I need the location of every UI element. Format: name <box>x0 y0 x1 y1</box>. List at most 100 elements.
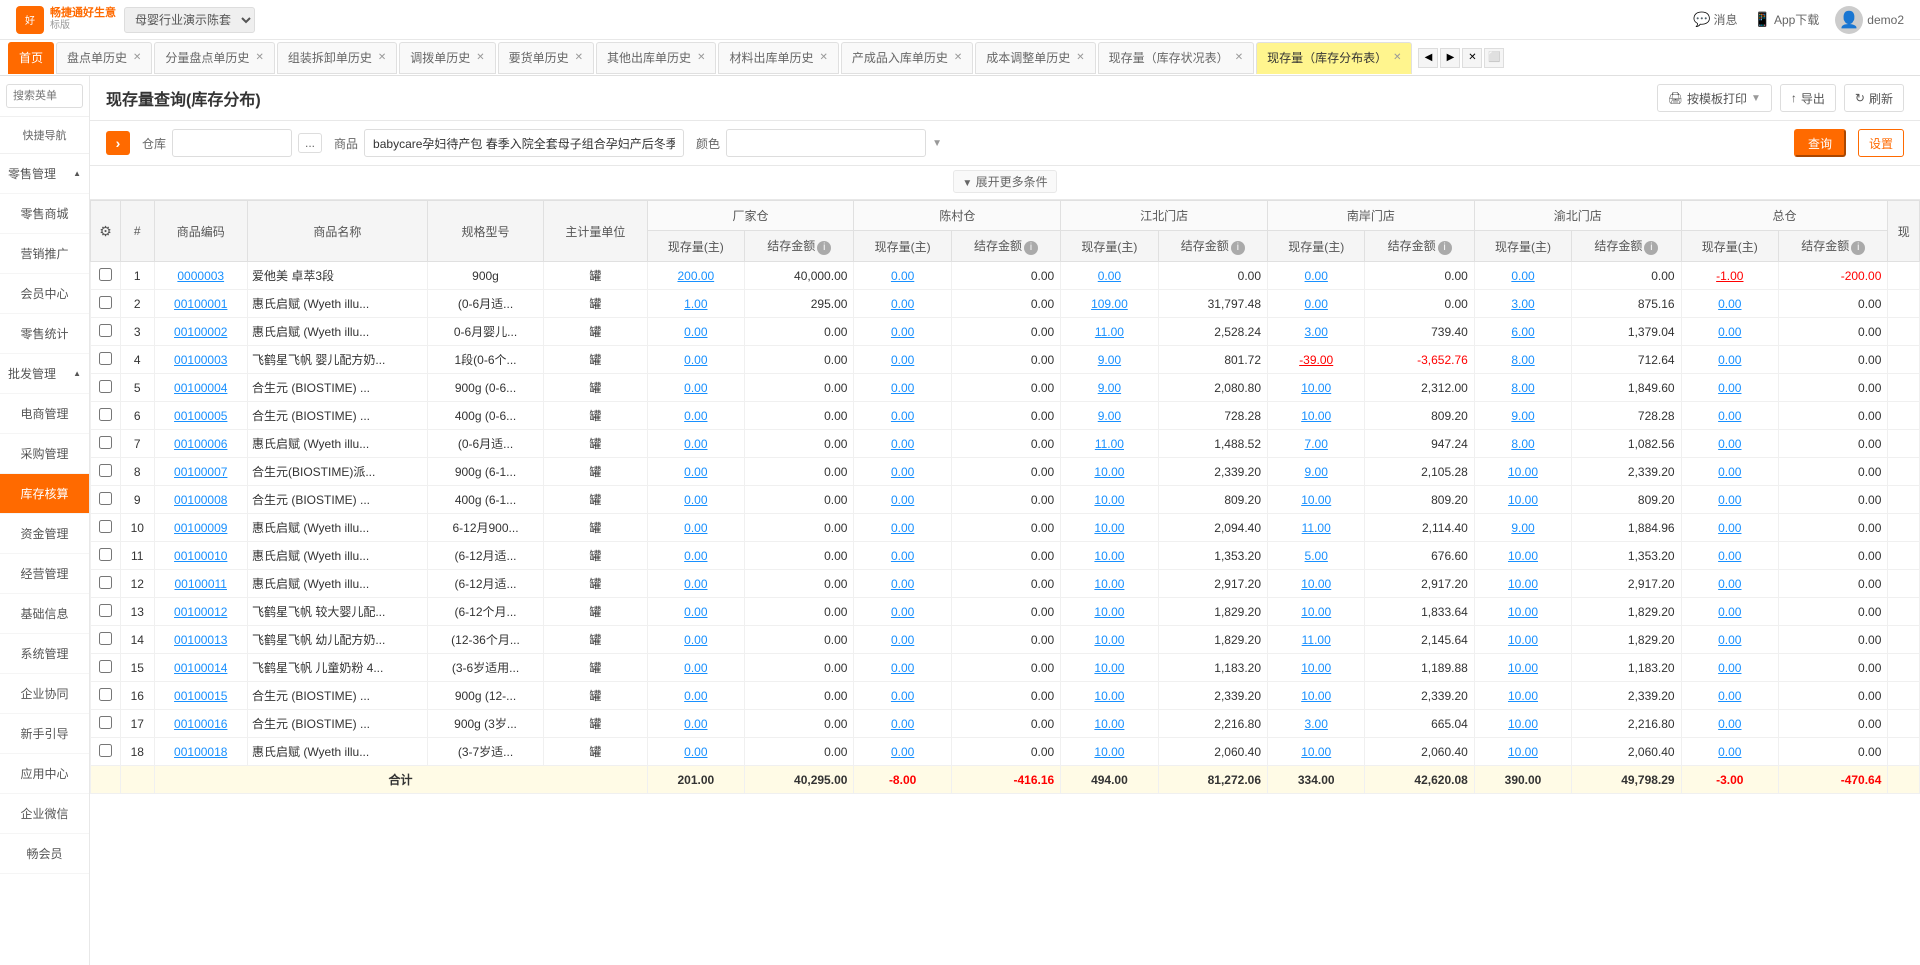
row-checkbox[interactable] <box>99 436 112 449</box>
tab-11[interactable]: 现存量（库存分布表） ✕ <box>1256 42 1412 74</box>
jstock-link[interactable]: 10.00 <box>1094 465 1124 479</box>
code-link[interactable]: 00100016 <box>174 717 227 731</box>
jstock-link[interactable]: 10.00 <box>1094 661 1124 675</box>
query-btn[interactable]: 查询 <box>1794 129 1846 157</box>
color-input[interactable] <box>726 129 926 157</box>
cstock-link[interactable]: 0.00 <box>891 549 914 563</box>
tab-6-close[interactable]: ✕ <box>697 52 705 63</box>
nstock-link[interactable]: 11.00 <box>1302 633 1331 647</box>
jstock-link[interactable]: 10.00 <box>1094 521 1124 535</box>
sidebar-item-retail-mgmt[interactable]: 零售管理 ▲ <box>0 154 89 194</box>
jstock-link[interactable]: 10.00 <box>1094 577 1124 591</box>
code-link[interactable]: 0000003 <box>177 269 224 283</box>
info-icon-4[interactable]: i <box>1438 241 1452 255</box>
jstock-link[interactable]: 11.00 <box>1095 437 1124 451</box>
info-icon-3[interactable]: i <box>1231 241 1245 255</box>
ystock-link[interactable]: 10.00 <box>1508 465 1538 479</box>
gear-icon[interactable]: ⚙ <box>99 223 112 239</box>
jstock-link[interactable]: 10.00 <box>1094 493 1124 507</box>
user-area[interactable]: 👤 demo2 <box>1835 6 1904 34</box>
cstock-link[interactable]: 0.00 <box>891 717 914 731</box>
tab-next-btn[interactable]: ▶ <box>1440 48 1460 68</box>
sidebar-item-guide[interactable]: 新手引导 <box>0 714 89 754</box>
cell-check[interactable] <box>91 710 121 738</box>
tab-2[interactable]: 分量盘点单历史 ✕ <box>154 42 274 74</box>
code-link[interactable]: 00100008 <box>174 493 227 507</box>
tab-5-close[interactable]: ✕ <box>575 52 583 63</box>
code-link[interactable]: 00100018 <box>174 745 227 759</box>
tstock-link[interactable]: 0.00 <box>1718 717 1741 731</box>
sidebar-item-member[interactable]: 会员中心 <box>0 274 89 314</box>
tab-6[interactable]: 其他出库单历史 ✕ <box>596 42 716 74</box>
sidebar-item-enterprise-collab[interactable]: 企业协同 <box>0 674 89 714</box>
nstock-link[interactable]: 10.00 <box>1301 409 1331 423</box>
cell-check[interactable] <box>91 374 121 402</box>
fstock-link[interactable]: 0.00 <box>684 353 707 367</box>
tstock-link[interactable]: 0.00 <box>1718 605 1741 619</box>
info-icon-2[interactable]: i <box>1024 241 1038 255</box>
jstock-link[interactable]: 9.00 <box>1098 381 1121 395</box>
ystock-link[interactable]: 10.00 <box>1508 633 1538 647</box>
tstock-link[interactable]: 0.00 <box>1718 661 1741 675</box>
tstock-link[interactable]: 0.00 <box>1718 521 1741 535</box>
code-link[interactable]: 00100009 <box>174 521 227 535</box>
tstock-link[interactable]: 0.00 <box>1718 745 1741 759</box>
sidebar-item-enterprise-wechat[interactable]: 企业微信 <box>0 794 89 834</box>
nstock-link[interactable]: 10.00 <box>1301 493 1331 507</box>
cell-check[interactable] <box>91 458 121 486</box>
tstock-link[interactable]: 0.00 <box>1718 297 1741 311</box>
row-checkbox[interactable] <box>99 548 112 561</box>
nstock-link[interactable]: -39.00 <box>1299 353 1333 367</box>
sidebar-item-basic-info[interactable]: 基础信息 <box>0 594 89 634</box>
nstock-link[interactable]: 0.00 <box>1305 297 1328 311</box>
tstock-link[interactable]: 0.00 <box>1718 325 1741 339</box>
tab-8-close[interactable]: ✕ <box>954 52 962 63</box>
warehouse-input[interactable] <box>172 129 292 157</box>
code-link[interactable]: 00100004 <box>174 381 227 395</box>
row-checkbox[interactable] <box>99 352 112 365</box>
fstock-link[interactable]: 0.00 <box>684 437 707 451</box>
nstock-link[interactable]: 5.00 <box>1305 549 1328 563</box>
fstock-link[interactable]: 200.00 <box>677 269 714 283</box>
cstock-link[interactable]: 0.00 <box>891 521 914 535</box>
tab-11-close[interactable]: ✕ <box>1393 52 1401 63</box>
cstock-link[interactable]: 0.00 <box>891 381 914 395</box>
row-checkbox[interactable] <box>99 268 112 281</box>
cstock-link[interactable]: 0.00 <box>891 409 914 423</box>
code-link[interactable]: 00100015 <box>174 689 227 703</box>
message-btn[interactable]: 💬 消息 <box>1693 11 1737 28</box>
nstock-link[interactable]: 7.00 <box>1305 437 1328 451</box>
jstock-link[interactable]: 10.00 <box>1094 717 1124 731</box>
ystock-link[interactable]: 9.00 <box>1511 521 1534 535</box>
code-link[interactable]: 00100010 <box>174 549 227 563</box>
ystock-link[interactable]: 3.00 <box>1511 297 1534 311</box>
cell-check[interactable] <box>91 598 121 626</box>
cstock-link[interactable]: 0.00 <box>891 661 914 675</box>
fstock-link[interactable]: 0.00 <box>684 605 707 619</box>
tab-4-close[interactable]: ✕ <box>476 52 484 63</box>
tab-prev-btn[interactable]: ◀ <box>1418 48 1438 68</box>
sidebar-item-wholesale[interactable]: 批发管理 ▲ <box>0 354 89 394</box>
cell-check[interactable] <box>91 542 121 570</box>
tab-7-close[interactable]: ✕ <box>819 52 827 63</box>
code-link[interactable]: 00100007 <box>174 465 227 479</box>
row-checkbox[interactable] <box>99 296 112 309</box>
nstock-link[interactable]: 10.00 <box>1301 381 1331 395</box>
print-btn[interactable]: 🖨 按模板打印 ▼ <box>1657 84 1772 112</box>
cstock-link[interactable]: 0.00 <box>891 325 914 339</box>
row-checkbox[interactable] <box>99 744 112 757</box>
fstock-link[interactable]: 0.00 <box>684 717 707 731</box>
export-btn[interactable]: ↑ 导出 <box>1780 84 1836 112</box>
sidebar-item-ecommerce[interactable]: 电商管理 <box>0 394 89 434</box>
cell-check[interactable] <box>91 318 121 346</box>
fstock-link[interactable]: 0.00 <box>684 549 707 563</box>
tab-10-close[interactable]: ✕ <box>1235 52 1243 63</box>
row-checkbox[interactable] <box>99 632 112 645</box>
sidebar-item-inventory[interactable]: 库存核算 <box>0 474 89 514</box>
cell-check[interactable] <box>91 262 121 290</box>
tab-2-close[interactable]: ✕ <box>255 52 263 63</box>
cstock-link[interactable]: 0.00 <box>891 577 914 591</box>
info-icon-1[interactable]: i <box>817 241 831 255</box>
cell-check[interactable] <box>91 738 121 766</box>
jstock-link[interactable]: 109.00 <box>1091 297 1128 311</box>
